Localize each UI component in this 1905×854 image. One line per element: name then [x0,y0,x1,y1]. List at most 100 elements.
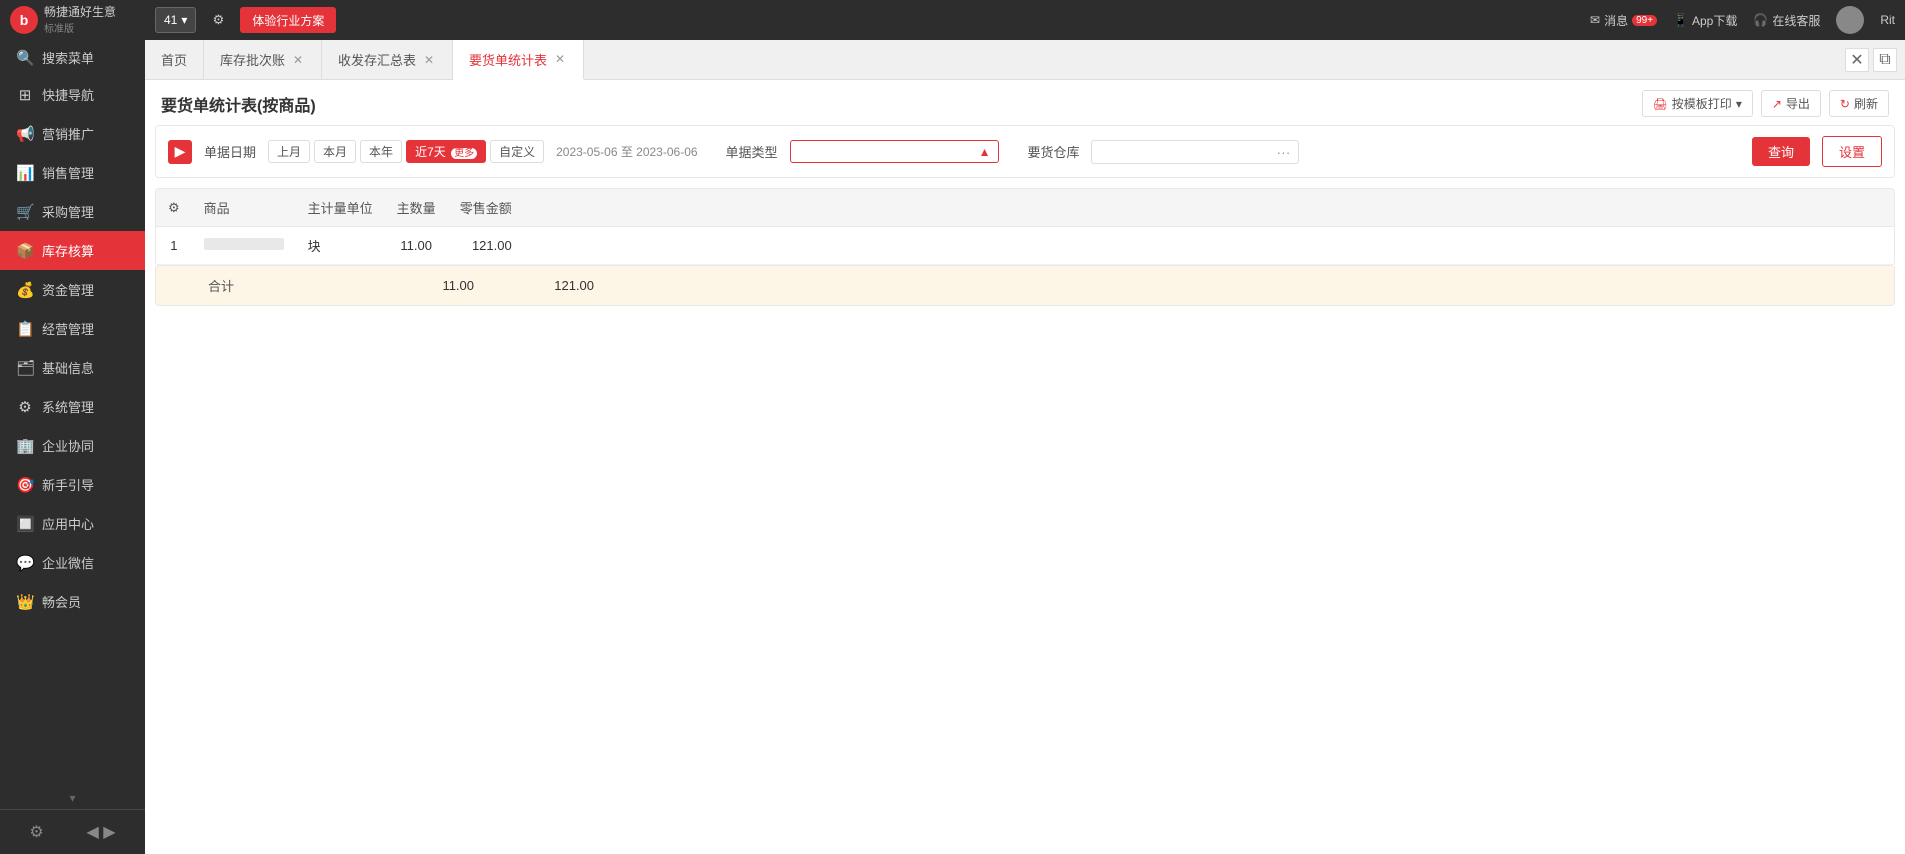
footer-quantity: 11.00 [394,278,474,293]
filter-row: ▶ 单据日期 上月 本月 本年 近7天 更多 自定义 2023-05-06 至 … [168,136,1882,167]
search-label: 搜索菜单 [42,48,94,67]
tab-batch-close[interactable]: ✕ [291,53,305,67]
guide-icon: 🎯 [16,476,34,494]
date-cur-btn[interactable]: 本月 [314,140,356,163]
data-table: ⚙ 商品 主计量单位 主数量 零售金额 1 [156,189,1894,265]
top-header: b 畅捷通好生意 标准版 41 ▾ ⚙ 体验行业方案 ✉ 消息 99+ 📱 Ap… [0,0,1905,40]
sidebar-item-apps[interactable]: 🔲 应用中心 [0,504,145,543]
filter-expand-btn[interactable]: ▶ [168,140,192,164]
sidebar-item-label: 企业协同 [42,436,94,455]
sidebar-item-label: 企业微信 [42,553,94,572]
collab-icon: 🏢 [16,437,34,455]
tab-bar-right: ✕ ⧉ [1845,48,1905,72]
tab-collection[interactable]: 收发存汇总表 ✕ [322,40,453,80]
message-badge: 99+ [1632,15,1657,26]
service-icon: 🎧 [1753,13,1768,27]
query-btn[interactable]: 查询 [1752,137,1810,166]
filter-bar: ▶ 单据日期 上月 本月 本年 近7天 更多 自定义 2023-05-06 至 … [155,125,1895,178]
tab-restore-btn[interactable]: ⧉ [1873,48,1897,72]
export-label: 导出 [1786,95,1810,112]
sidebar-item-label: 应用中心 [42,514,94,533]
basic-icon: 🗂 [16,359,34,377]
th-product: 商品 [192,189,296,227]
date-week-label: 近7天 [415,145,446,159]
sidebar-item-label: 销售管理 [42,163,94,182]
sidebar-settings-btn[interactable]: ⚙ [25,818,47,846]
tab-batch-label: 库存批次账 [220,50,285,69]
hot-badge: 更多 [451,148,477,159]
export-btn[interactable]: ↗ 导出 [1761,90,1821,117]
download-icon: 📱 [1673,13,1688,27]
sidebar-item-label: 资金管理 [42,280,94,299]
finance-icon: 💰 [16,281,34,299]
footer-label: 合计 [168,276,234,295]
sidebar-item-collab[interactable]: 🏢 企业协同 [0,426,145,465]
page-actions: 🖨 按模板打印 ▾ ↗ 导出 ↻ 刷新 [1642,90,1889,117]
sidebar-scroll-down: ▾ [0,787,145,809]
date-custom-btn[interactable]: 自定义 [490,140,544,163]
type-input[interactable] [799,144,979,159]
message-icon: ✉ [1590,13,1600,27]
product-placeholder [204,238,284,250]
trial-button[interactable]: 体验行业方案 [240,7,336,33]
sidebar-item-sales[interactable]: 📊 销售管理 [0,153,145,192]
date-week-btn[interactable]: 近7天 更多 [406,140,486,163]
print-btn[interactable]: 🖨 按模板打印 ▾ [1642,90,1753,117]
user-avatar[interactable] [1836,6,1864,34]
sidebar-item-basic[interactable]: 🗂 基础信息 [0,348,145,387]
tab-home[interactable]: 首页 [145,40,204,80]
table-wrapper: ⚙ 商品 主计量单位 主数量 零售金额 1 [155,188,1895,266]
warehouse-select[interactable]: ··· [1091,140,1299,164]
td-quantity: 11.00 [385,227,448,265]
sidebar-item-label: 采购管理 [42,202,94,221]
tab-requisition-close[interactable]: ✕ [553,52,567,66]
table-footer: 合计 11.00 121.00 [155,266,1895,306]
th-settings[interactable]: ⚙ [156,189,192,227]
tab-batch[interactable]: 库存批次账 ✕ [204,40,322,80]
warehouse-dots: ··· [1276,144,1290,160]
search-icon: 🔍 [16,49,34,67]
td-product [192,227,296,265]
sidebar-item-wechat[interactable]: 💬 企业微信 [0,543,145,582]
sidebar-item-inventory[interactable]: 📦 库存核算 [0,231,145,270]
system-icon: ⚙ [16,398,34,416]
table-row: 1 块 11.00 121.00 [156,227,1894,265]
date-year-btn[interactable]: 本年 [360,140,402,163]
app-download-item[interactable]: 📱 App下载 [1673,12,1737,29]
online-service-label: 在线客服 [1772,12,1820,29]
sidebar-search[interactable]: 🔍 搜索菜单 [0,40,145,75]
wechat-icon: 💬 [16,554,34,572]
sidebar-collapse-btn[interactable]: ◀ ▶ [83,818,120,846]
message-item[interactable]: ✉ 消息 99+ [1590,12,1657,29]
sidebar-item-guide[interactable]: 🎯 新手引导 [0,465,145,504]
online-service-item[interactable]: 🎧 在线客服 [1753,12,1820,29]
sidebar-item-label: 快捷导航 [42,85,94,104]
settings-config-btn[interactable]: 设置 [1822,136,1882,167]
sidebar-item-operation[interactable]: 📋 经营管理 [0,309,145,348]
sidebar: 🔍 搜索菜单 ⊞ 快捷导航 📢 营销推广 📊 销售管理 🛒 采购管理 📦 [0,40,145,854]
sidebar-item-quick-nav[interactable]: ⊞ 快捷导航 [0,75,145,114]
purchase-icon: 🛒 [16,203,34,221]
footer-amount: 121.00 [514,278,594,293]
sidebar-item-purchase[interactable]: 🛒 采购管理 [0,192,145,231]
warehouse-input[interactable] [1100,144,1276,159]
refresh-btn[interactable]: ↻ 刷新 [1829,90,1889,117]
tab-requisition[interactable]: 要货单统计表 ✕ [453,40,584,80]
tab-close-all-btn[interactable]: ✕ [1845,48,1869,72]
sidebar-item-label: 经营管理 [42,319,94,338]
sidebar-item-system[interactable]: ⚙ 系统管理 [0,387,145,426]
sidebar-item-member[interactable]: 👑 畅会员 [0,582,145,621]
th-quantity: 主数量 [385,189,448,227]
user-name: Rit [1880,13,1895,27]
type-select[interactable]: ▲ [790,140,1000,163]
sidebar-item-finance[interactable]: 💰 资金管理 [0,270,145,309]
date-prev-btn[interactable]: 上月 [268,140,310,163]
content-area: 首页 库存批次账 ✕ 收发存汇总表 ✕ 要货单统计表 ✕ ✕ ⧉ 要 [145,40,1905,854]
page-header: 要货单统计表(按商品) 🖨 按模板打印 ▾ ↗ 导出 ↻ 刷新 [145,80,1905,125]
sidebar-item-marketing[interactable]: 📢 营销推广 [0,114,145,153]
tab-collection-close[interactable]: ✕ [422,53,436,67]
quick-nav-icon: ⊞ [16,86,34,104]
store-selector[interactable]: 41 ▾ [155,7,196,33]
settings-icon[interactable]: ⚙ [204,6,232,34]
sidebar-item-label: 畅会员 [42,592,81,611]
